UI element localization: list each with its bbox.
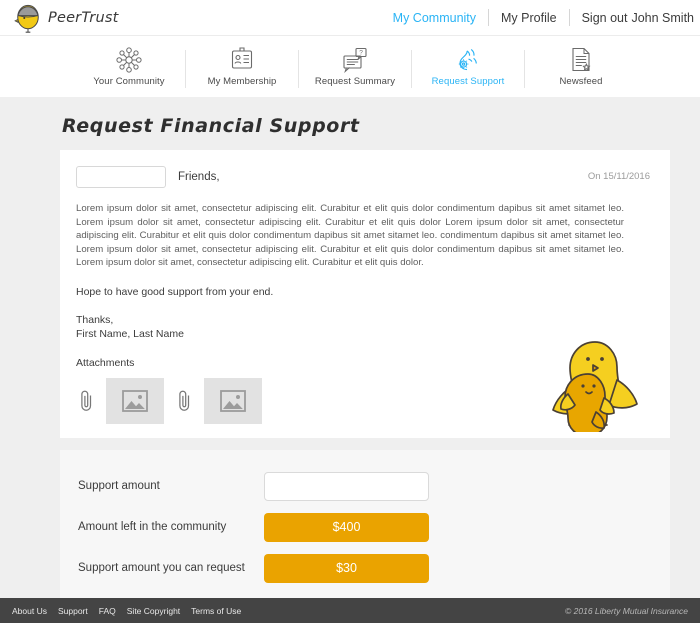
letter-card: Friends, On 15/11/2016 Lorem ipsum dolor… (60, 150, 670, 438)
bird-logo-icon (14, 3, 42, 33)
nav-tab-request-summary[interactable]: ? Request Summary (297, 46, 412, 88)
chat-help-icon: ? (342, 46, 368, 73)
image-placeholder-icon (220, 390, 246, 412)
page-footer: About Us Support FAQ Site Copyright Term… (0, 598, 700, 623)
nav-tab-newsfeed[interactable]: Newsfeed (523, 46, 638, 88)
image-placeholder-icon (122, 390, 148, 412)
recipient-name-input[interactable] (76, 166, 166, 188)
paperclip-icon[interactable] (76, 384, 96, 418)
main-content: Request Financial Support Friends, On 15… (0, 97, 700, 623)
support-amount-label: Support amount (78, 480, 160, 493)
user-name-link[interactable]: John Smith (631, 11, 694, 25)
two-birds-hugging-illustration (538, 328, 646, 437)
letter-date: On 15/11/2016 (587, 171, 650, 182)
nav-my-profile[interactable]: My Profile (501, 11, 557, 25)
page-title: Request Financial Support (62, 115, 360, 137)
amount-left-row: Amount left in the community $400 (60, 507, 670, 548)
footer-links: About Us Support FAQ Site Copyright Term… (12, 606, 241, 616)
footer-link-about-us[interactable]: About Us (12, 606, 47, 616)
nav-divider (568, 9, 570, 26)
can-request-value: $30 (264, 553, 429, 583)
paperclip-icon[interactable] (174, 384, 194, 418)
id-card-icon (230, 46, 254, 73)
footer-link-terms-of-use[interactable]: Terms of Use (191, 606, 241, 616)
nav-tab-your-community[interactable]: Your Community (73, 46, 186, 87)
nav-tab-request-support[interactable]: Request Support (410, 46, 525, 88)
footer-link-site-copyright[interactable]: Site Copyright (127, 606, 180, 616)
top-navigation: My Community My Profile Sign out John Sm… (393, 9, 694, 26)
top-header: PeerTrust My Community My Profile Sign o… (0, 0, 700, 35)
sign-out-link[interactable]: Sign out (582, 11, 628, 25)
nav-tab-label: Request Summary (314, 76, 396, 87)
can-request-label: Support amount you can request (78, 562, 245, 575)
footer-link-faq[interactable]: FAQ (99, 606, 116, 616)
brand[interactable]: PeerTrust (14, 3, 118, 33)
nav-tab-my-membership[interactable]: My Membership (184, 46, 299, 88)
support-hand-gear-icon (455, 46, 481, 73)
nav-tab-label: Request Support (431, 76, 505, 87)
amount-left-label: Amount left in the community (78, 521, 227, 534)
footer-copyright: © 2016 Liberty Mutual Insurance (565, 605, 688, 616)
letter-body: Friends, On 15/11/2016 Lorem ipsum dolor… (60, 150, 670, 438)
nav-my-community[interactable]: My Community (393, 11, 476, 25)
brand-name: PeerTrust (48, 9, 119, 26)
letter-closing-line: Hope to have good support from your end. (76, 285, 274, 298)
attachment-thumbnail[interactable] (204, 377, 262, 424)
sign-out-group: Sign out John Smith (582, 11, 694, 25)
nav-tab-label: Newsfeed (559, 76, 603, 87)
greeting-row: Friends, (76, 166, 650, 188)
letter-paragraph: Lorem ipsum dolor sit amet, consectetur … (76, 203, 624, 269)
amount-left-value: $400 (264, 512, 429, 542)
attachment-thumbnail[interactable] (106, 377, 164, 424)
thanks-text: Thanks, (76, 313, 114, 326)
can-request-row: Support amount you can request $30 (60, 548, 670, 589)
footer-link-support[interactable]: Support (58, 606, 88, 616)
support-amount-input[interactable] (264, 471, 429, 501)
greeting-text: Friends, (178, 171, 220, 183)
document-star-icon (569, 46, 593, 73)
nav-divider (488, 9, 490, 26)
nav-tab-label: Your Community (93, 76, 165, 87)
community-network-icon (116, 46, 142, 73)
icon-navigation-bar: Your Community My Membership ? Request S… (0, 35, 700, 97)
app-root: PeerTrust My Community My Profile Sign o… (0, 0, 700, 623)
nav-tab-label: My Membership (207, 76, 277, 87)
support-amount-row: Support amount (60, 466, 670, 507)
